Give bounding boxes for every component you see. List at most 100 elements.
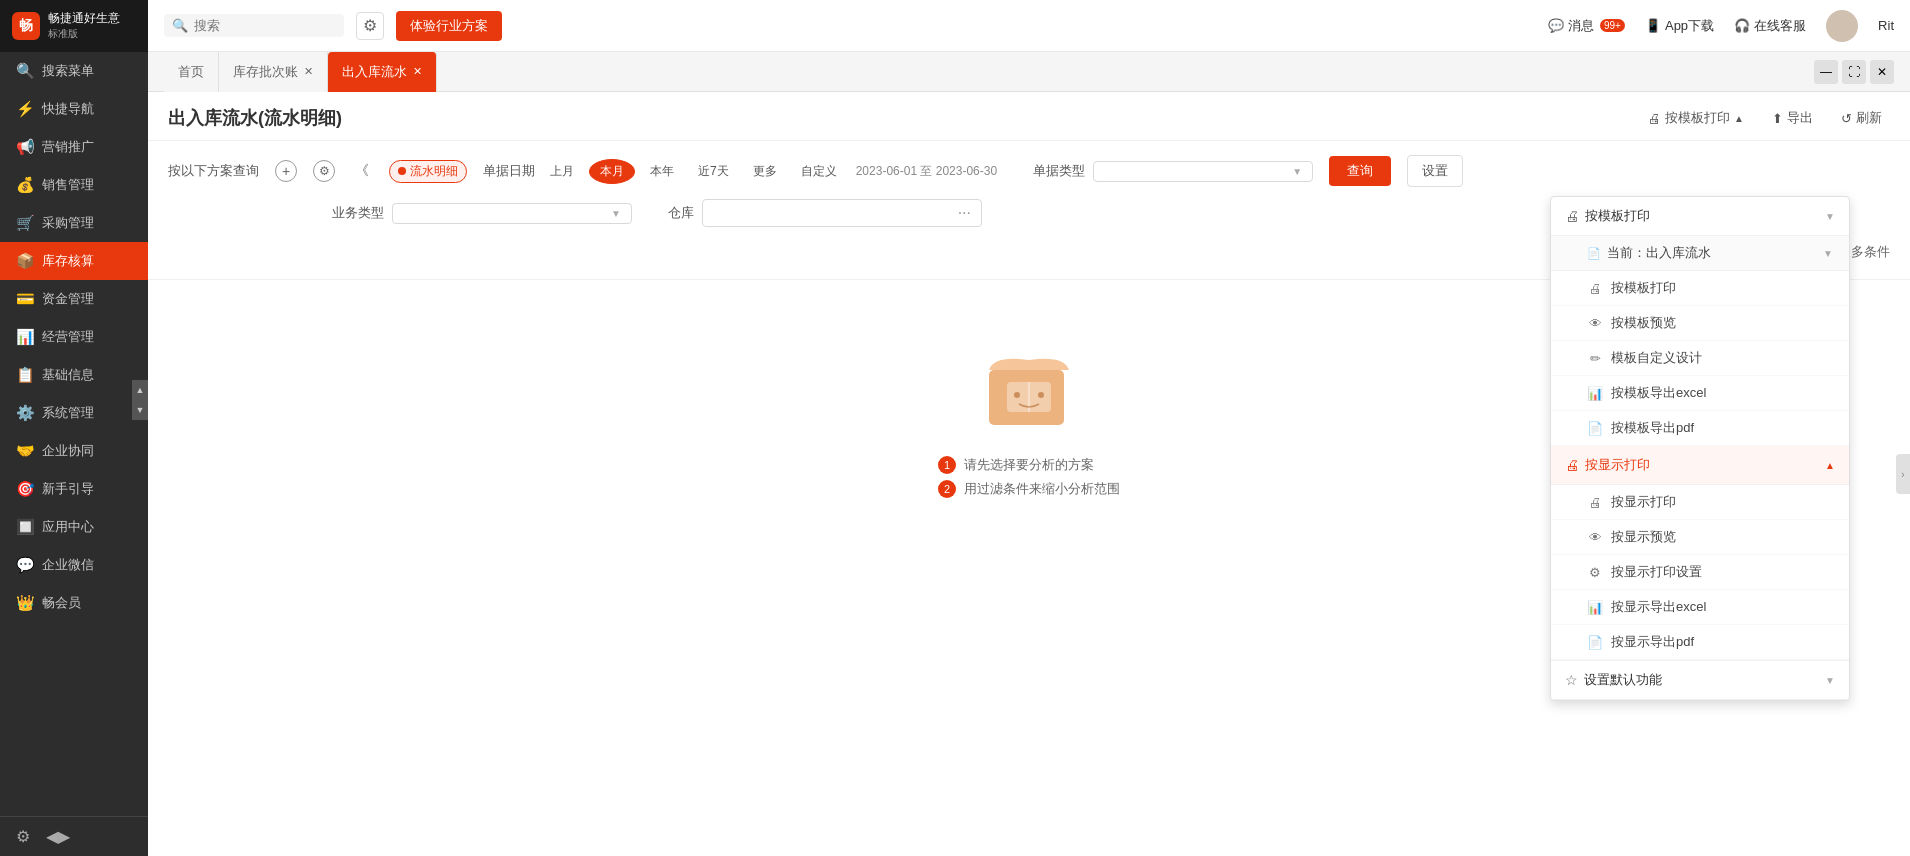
printer-section-icon: 🖨 xyxy=(1565,208,1579,224)
app-label: App下载 xyxy=(1665,17,1714,35)
search-input[interactable] xyxy=(194,18,324,33)
warehouse-select[interactable]: ··· xyxy=(702,199,982,227)
export-button[interactable]: ⬆ 导出 xyxy=(1764,104,1821,132)
sidebar-item-shortcut[interactable]: ⚡ 快捷导航 xyxy=(0,90,148,128)
tag-dot xyxy=(398,167,406,175)
filter-add-button[interactable]: + xyxy=(275,160,297,182)
filter-scheme-label: 按以下方案查询 xyxy=(168,162,259,180)
display-settings-item[interactable]: ⚙ 按显示打印设置 xyxy=(1551,555,1849,590)
user-avatar[interactable] xyxy=(1826,10,1858,42)
display-preview-item[interactable]: 👁 按显示预览 xyxy=(1551,520,1849,555)
sidebar-scroll-down[interactable]: ▼ xyxy=(132,400,148,420)
tab-close-window-button[interactable]: ✕ xyxy=(1870,60,1894,84)
online-service-button[interactable]: 🎧 在线客服 xyxy=(1734,17,1806,35)
sidebar-item-cooperation[interactable]: 🤝 企业协同 xyxy=(0,432,148,470)
sidebar-item-basic[interactable]: 📋 基础信息 xyxy=(0,356,148,394)
tab-batch[interactable]: 库存批次账 ✕ xyxy=(219,52,328,92)
display-print-section-header[interactable]: 🖨 按显示打印 ▲ xyxy=(1551,446,1849,485)
sidebar-item-label: 应用中心 xyxy=(42,518,94,536)
display-preview-sub-label: 按显示预览 xyxy=(1611,528,1676,546)
display-excel-item[interactable]: 📊 按显示导出excel xyxy=(1551,590,1849,625)
display-print-header-label: 按显示打印 xyxy=(1585,456,1650,474)
tab-maximize-button[interactable]: ⛶ xyxy=(1842,60,1866,84)
sidebar-item-wechat[interactable]: 💬 企业微信 xyxy=(0,546,148,584)
more-dots-icon[interactable]: ··· xyxy=(958,204,971,222)
tab-flow-close[interactable]: ✕ xyxy=(413,65,422,78)
purchase-icon: 🛒 xyxy=(16,214,34,232)
business-type-select[interactable]: ▼ xyxy=(392,203,632,224)
display-excel-sub-label: 按显示导出excel xyxy=(1611,598,1706,616)
set-default-item[interactable]: ☆ 设置默认功能 ▼ xyxy=(1551,660,1849,700)
set-default-label: 设置默认功能 xyxy=(1584,671,1662,689)
topbar-search-box[interactable]: 🔍 xyxy=(164,14,344,37)
display-print-item[interactable]: 🖨 按显示打印 xyxy=(1551,485,1849,520)
current-template-item[interactable]: 📄 当前：出入库流水 ▼ xyxy=(1551,236,1849,271)
display-print-sub-label: 按显示打印 xyxy=(1611,493,1676,511)
sidebar-item-sales[interactable]: 💰 销售管理 xyxy=(0,166,148,204)
filter-settings-button[interactable]: ⚙ xyxy=(313,160,335,182)
sidebar-item-finance[interactable]: 💳 资金管理 xyxy=(0,280,148,318)
trial-solution-button[interactable]: 体验行业方案 xyxy=(396,11,502,41)
tab-batch-close[interactable]: ✕ xyxy=(304,65,313,78)
export-label: 导出 xyxy=(1787,109,1813,127)
query-button[interactable]: 查询 xyxy=(1329,156,1391,186)
display-settings-sub-label: 按显示打印设置 xyxy=(1611,563,1702,581)
service-label: 在线客服 xyxy=(1754,17,1806,35)
date-btn-more[interactable]: 更多 xyxy=(744,159,786,184)
sidebar-item-label: 资金管理 xyxy=(42,290,94,308)
inventory-icon: 📦 xyxy=(16,252,34,270)
sidebar-item-label: 企业微信 xyxy=(42,556,94,574)
sidebar-item-inventory[interactable]: 📦 库存核算 xyxy=(0,242,148,280)
refresh-button[interactable]: ↺ 刷新 xyxy=(1833,104,1890,132)
date-btn-this-month[interactable]: 本月 xyxy=(589,159,635,184)
tab-flow[interactable]: 出入库流水 ✕ xyxy=(328,52,437,92)
sidebar-item-search[interactable]: 🔍 搜索菜单 xyxy=(0,52,148,90)
sidebar-item-purchase[interactable]: 🛒 采购管理 xyxy=(0,204,148,242)
settings-button[interactable]: ⚙ xyxy=(356,12,384,40)
template-pdf-item[interactable]: 📄 按模板导出pdf xyxy=(1551,411,1849,446)
collapse-icon[interactable]: ◀▶ xyxy=(46,827,70,846)
date-btn-custom[interactable]: 自定义 xyxy=(792,159,846,184)
empty-step-1: 1 请先选择要分析的方案 xyxy=(938,456,1120,474)
voucher-type-select[interactable]: ▼ xyxy=(1093,161,1313,182)
username-label[interactable]: Rit xyxy=(1878,18,1894,33)
sidebar-item-operations[interactable]: 📊 经营管理 xyxy=(0,318,148,356)
tab-minimize-button[interactable]: — xyxy=(1814,60,1838,84)
set-button[interactable]: 设置 xyxy=(1407,155,1463,187)
step-2-text: 用过滤条件来缩小分析范围 xyxy=(964,480,1120,498)
sidebar-item-label: 新手引导 xyxy=(42,480,94,498)
template-print-section-header[interactable]: 🖨 按模板打印 ▼ xyxy=(1551,197,1849,236)
logo-area: 畅 畅捷通好生意 标准版 xyxy=(0,0,148,52)
date-btn-7days[interactable]: 近7天 xyxy=(689,159,738,184)
right-expand-button[interactable]: › xyxy=(1896,454,1910,494)
content-area: 出入库流水(流水明细) 🖨 按模板打印 ▲ ⬆ 导出 ↺ 刷新 xyxy=(148,92,1910,856)
sidebar-item-marketing[interactable]: 📢 营销推广 xyxy=(0,128,148,166)
tab-home[interactable]: 首页 xyxy=(164,52,219,92)
sidebar-item-member[interactable]: 👑 畅会员 xyxy=(0,584,148,622)
filter-tag-label: 流水明细 xyxy=(410,163,458,180)
date-btn-last-month[interactable]: 上月 xyxy=(541,159,583,184)
print-dropdown-panel: 🖨 按模板打印 ▼ 📄 当前：出入库流水 ▼ 🖨 按模板打印 👁 xyxy=(1550,196,1850,701)
filter-collapse-button[interactable]: 《 xyxy=(351,160,373,182)
sidebar-item-label: 库存核算 xyxy=(42,252,94,270)
sidebar-item-system[interactable]: ⚙️ 系统管理 xyxy=(0,394,148,432)
app-icon: 📱 xyxy=(1645,18,1661,33)
empty-step-2: 2 用过滤条件来缩小分析范围 xyxy=(938,480,1120,498)
section-collapse-icon: ▼ xyxy=(1825,211,1835,222)
empty-illustration xyxy=(979,340,1079,440)
sidebar-item-apps[interactable]: 🔲 应用中心 xyxy=(0,508,148,546)
sidebar-scroll-up[interactable]: ▲ xyxy=(132,380,148,400)
message-button[interactable]: 💬 消息 99+ xyxy=(1548,17,1625,35)
template-excel-item[interactable]: 📊 按模板导出excel xyxy=(1551,376,1849,411)
display-preview-sub-icon: 👁 xyxy=(1587,530,1603,545)
sidebar-item-guide[interactable]: 🎯 新手引导 xyxy=(0,470,148,508)
print-template-button[interactable]: 🖨 按模板打印 ▲ xyxy=(1640,104,1752,132)
date-btn-this-year[interactable]: 本年 xyxy=(641,159,683,184)
template-print-item[interactable]: 🖨 按模板打印 xyxy=(1551,271,1849,306)
template-preview-item[interactable]: 👁 按模板预览 xyxy=(1551,306,1849,341)
settings-icon[interactable]: ⚙ xyxy=(16,827,30,846)
display-pdf-item[interactable]: 📄 按显示导出pdf xyxy=(1551,625,1849,660)
display-settings-sub-icon: ⚙ xyxy=(1587,565,1603,580)
template-custom-item[interactable]: ✏ 模板自定义设计 xyxy=(1551,341,1849,376)
app-download-button[interactable]: 📱 App下载 xyxy=(1645,17,1714,35)
